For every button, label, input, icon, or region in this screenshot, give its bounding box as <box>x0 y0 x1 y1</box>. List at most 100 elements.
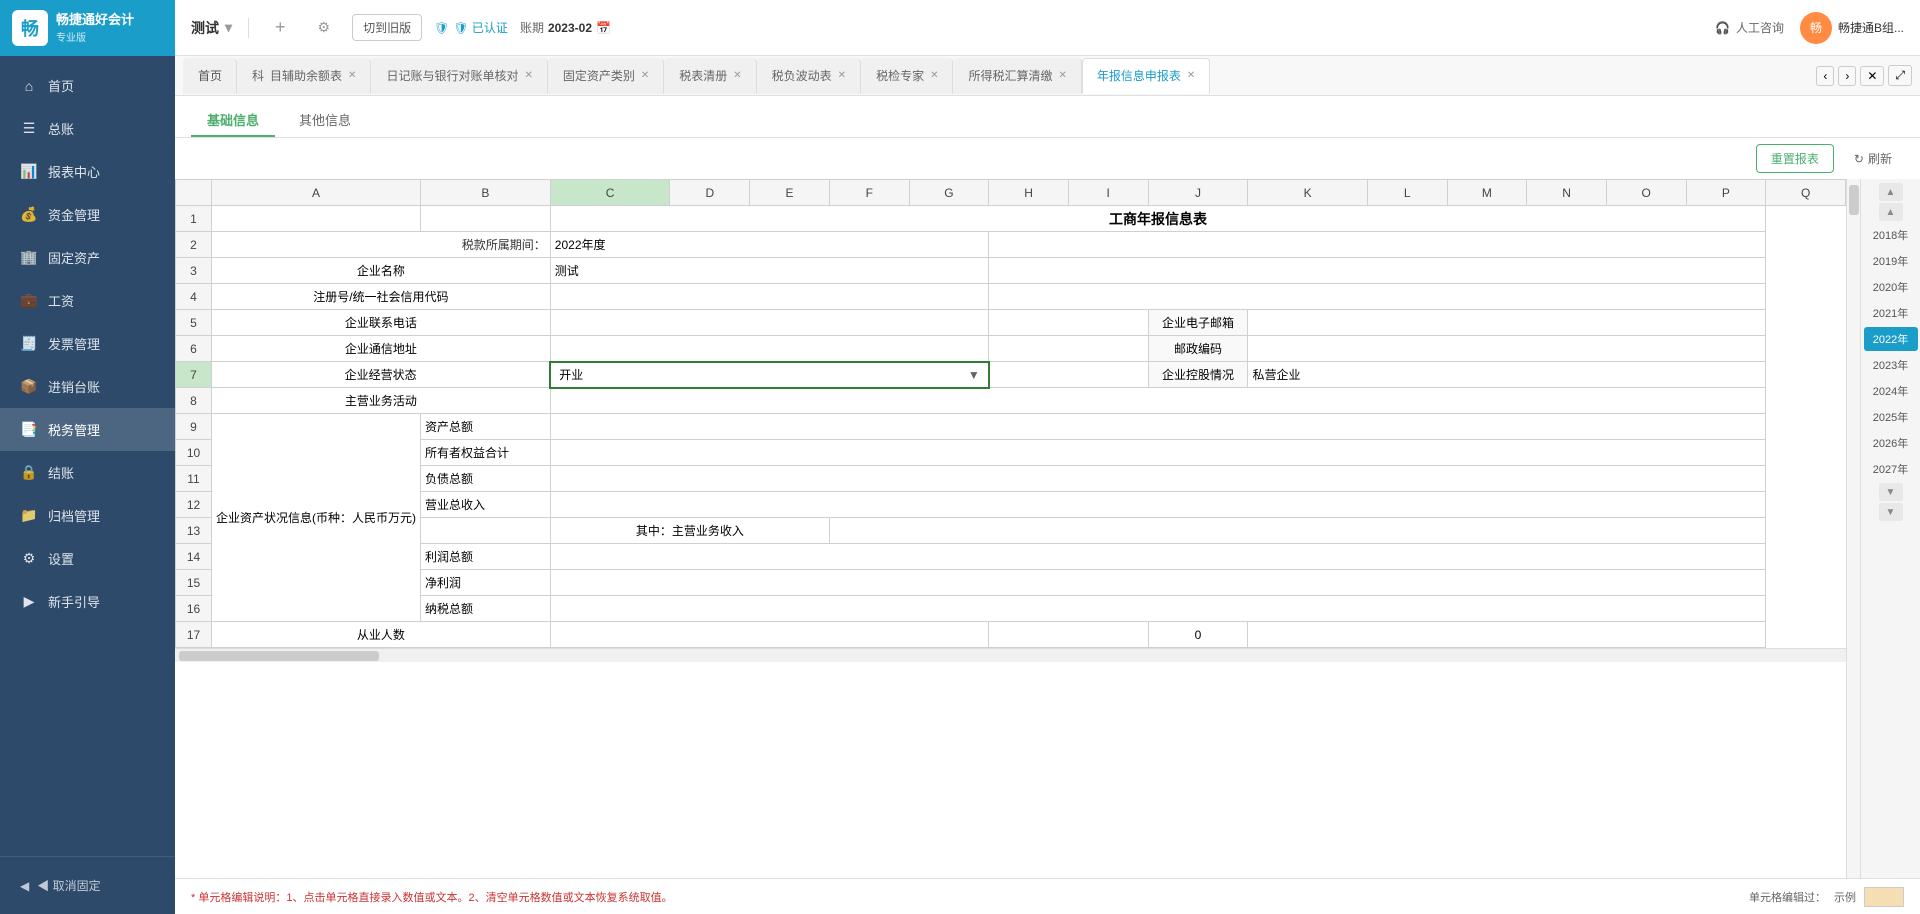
year-down-button[interactable]: ▼ <box>1879 483 1903 501</box>
cell-3h[interactable] <box>989 258 1766 284</box>
col-header-b[interactable]: B <box>421 180 551 206</box>
tab-tax-wave[interactable]: 税负波动表 ✕ <box>757 58 861 94</box>
cell-17j[interactable]: 0 <box>1148 622 1248 648</box>
col-header-g[interactable]: G <box>909 180 989 206</box>
cell-7c[interactable]: 开业 ▼ <box>550 362 988 388</box>
cell-4a[interactable]: 注册号/统一社会信用代码 <box>212 284 551 310</box>
sidebar-item-home[interactable]: ⌂ 首页 <box>0 64 175 107</box>
tab-prev-button[interactable]: ‹ <box>1816 66 1834 86</box>
cell-1b[interactable] <box>421 206 551 232</box>
cell-17k[interactable] <box>1248 622 1766 648</box>
year-2021[interactable]: 2021年 <box>1864 301 1918 325</box>
tab-expand-button[interactable]: ⤢ <box>1888 65 1912 86</box>
tab-incometax-close[interactable]: ✕ <box>1058 70 1066 81</box>
cell-9a[interactable]: 企业资产状况信息(币种：人民币万元) <box>212 414 421 622</box>
cell-15b[interactable]: 净利润 <box>421 570 551 596</box>
col-header-d[interactable]: D <box>670 180 750 206</box>
switch-old-button[interactable]: 切到旧版 <box>352 14 422 41</box>
sidebar-item-close[interactable]: 🔒 结账 <box>0 451 175 494</box>
tab-fixed-close[interactable]: ✕ <box>641 70 649 81</box>
col-header-k[interactable]: K <box>1248 180 1367 206</box>
company-selector[interactable]: 测试 ▾ <box>191 18 232 38</box>
hscroll-thumb[interactable] <box>179 651 379 661</box>
cell-2c[interactable]: 2022年度 <box>550 232 988 258</box>
year-2020[interactable]: 2020年 <box>1864 275 1918 299</box>
tab-aux[interactable]: 科目辅助余额表 ✕ <box>237 58 371 94</box>
cell-5k[interactable] <box>1248 310 1766 336</box>
year-up2-button[interactable]: ▲ <box>1879 203 1903 221</box>
refresh-button[interactable]: ↻ 刷新 <box>1842 145 1904 172</box>
tab-home[interactable]: 首页 <box>183 58 237 94</box>
col-header-p[interactable]: P <box>1686 180 1766 206</box>
sidebar-item-capital[interactable]: 💰 资金管理 <box>0 193 175 236</box>
tab-taxwave-close[interactable]: ✕ <box>838 70 846 81</box>
year-down2-button[interactable]: ▼ <box>1879 503 1903 521</box>
sidebar-item-settings[interactable]: ⚙ 设置 <box>0 537 175 580</box>
cell-9b[interactable]: 资产总额 <box>421 414 551 440</box>
spreadsheet-main[interactable]: A B C D E F G H I J K L M <box>175 179 1846 878</box>
cell-5h[interactable] <box>989 310 1148 336</box>
subtab-other[interactable]: 其他信息 <box>283 104 367 137</box>
sidebar-item-purchase[interactable]: 📦 进销台账 <box>0 365 175 408</box>
sidebar-item-report[interactable]: 📊 报表中心 <box>0 150 175 193</box>
col-header-j[interactable]: J <box>1148 180 1248 206</box>
col-header-o[interactable]: O <box>1606 180 1686 206</box>
tab-journal-close[interactable]: ✕ <box>524 70 532 81</box>
col-header-i[interactable]: I <box>1068 180 1148 206</box>
tab-next-button[interactable]: › <box>1838 66 1856 86</box>
cell-6h[interactable] <box>989 336 1148 362</box>
cell-3c[interactable]: 测试 <box>550 258 988 284</box>
cell-13c[interactable]: 其中：主营业务收入 <box>550 518 829 544</box>
year-2027[interactable]: 2027年 <box>1864 457 1918 481</box>
col-header-n[interactable]: N <box>1527 180 1607 206</box>
tab-journal[interactable]: 日记账与银行对账单核对 ✕ <box>371 58 547 94</box>
cell-7h[interactable] <box>989 362 1148 388</box>
cell-2h[interactable] <box>989 232 1766 258</box>
cell-11c[interactable] <box>550 466 1765 492</box>
sidebar-item-tax[interactable]: 📑 税务管理 <box>0 408 175 451</box>
cell-15c[interactable] <box>550 570 1765 596</box>
cell-12b[interactable]: 营业总收入 <box>421 492 551 518</box>
sidebar-item-guide[interactable]: ▶ 新手引导 <box>0 580 175 623</box>
cell-16b[interactable]: 纳税总额 <box>421 596 551 622</box>
col-header-e[interactable]: E <box>750 180 830 206</box>
cell-13b[interactable] <box>421 518 551 544</box>
tab-taxlist-close[interactable]: ✕ <box>733 70 741 81</box>
vertical-scrollbar[interactable] <box>1846 179 1860 878</box>
cell-3a[interactable]: 企业名称 <box>212 258 551 284</box>
cell-14b[interactable]: 利润总额 <box>421 544 551 570</box>
subtab-basic[interactable]: 基础信息 <box>191 104 275 137</box>
calendar-icon[interactable]: 📅 <box>596 21 611 35</box>
tab-annual[interactable]: 年报信息申报表 ✕ <box>1082 58 1210 94</box>
cell-16c[interactable] <box>550 596 1765 622</box>
cell-6k[interactable] <box>1248 336 1766 362</box>
year-up-button[interactable]: ▲ <box>1879 183 1903 201</box>
cell-6j[interactable]: 邮政编码 <box>1148 336 1248 362</box>
col-header-f[interactable]: F <box>829 180 909 206</box>
year-2025[interactable]: 2025年 <box>1864 405 1918 429</box>
col-header-q[interactable]: Q <box>1766 180 1846 206</box>
cell-1c[interactable]: 工商年报信息表 <box>550 206 1765 232</box>
add-button[interactable]: + <box>265 13 296 42</box>
year-2019[interactable]: 2019年 <box>1864 249 1918 273</box>
col-header-m[interactable]: M <box>1447 180 1527 206</box>
cell-17a[interactable]: 从业人数 <box>212 622 551 648</box>
col-header-h[interactable]: H <box>989 180 1069 206</box>
user-menu[interactable]: 畅 畅捷通B组... <box>1800 12 1904 44</box>
tab-tax-list[interactable]: 税表清册 ✕ <box>664 58 756 94</box>
tab-close-all-button[interactable]: ✕ <box>1860 66 1884 86</box>
cell-5j[interactable]: 企业电子邮箱 <box>1148 310 1248 336</box>
cell-5c[interactable] <box>550 310 988 336</box>
col-header-c[interactable]: C <box>550 180 670 206</box>
cell-10b[interactable]: 所有者权益合计 <box>421 440 551 466</box>
sidebar-item-invoice[interactable]: 🧾 发票管理 <box>0 322 175 365</box>
cell-6a[interactable]: 企业通信地址 <box>212 336 551 362</box>
cell-7a[interactable]: 企业经营状态 <box>212 362 551 388</box>
settings-button[interactable]: ⚙ <box>308 15 341 40</box>
service-button[interactable]: 🎧 人工咨询 <box>1715 19 1784 36</box>
year-2018[interactable]: 2018年 <box>1864 223 1918 247</box>
cell-1a[interactable] <box>212 206 421 232</box>
cell-4h[interactable] <box>989 284 1766 310</box>
cell-6c[interactable] <box>550 336 988 362</box>
dropdown-arrow-icon[interactable]: ▼ <box>968 368 980 382</box>
